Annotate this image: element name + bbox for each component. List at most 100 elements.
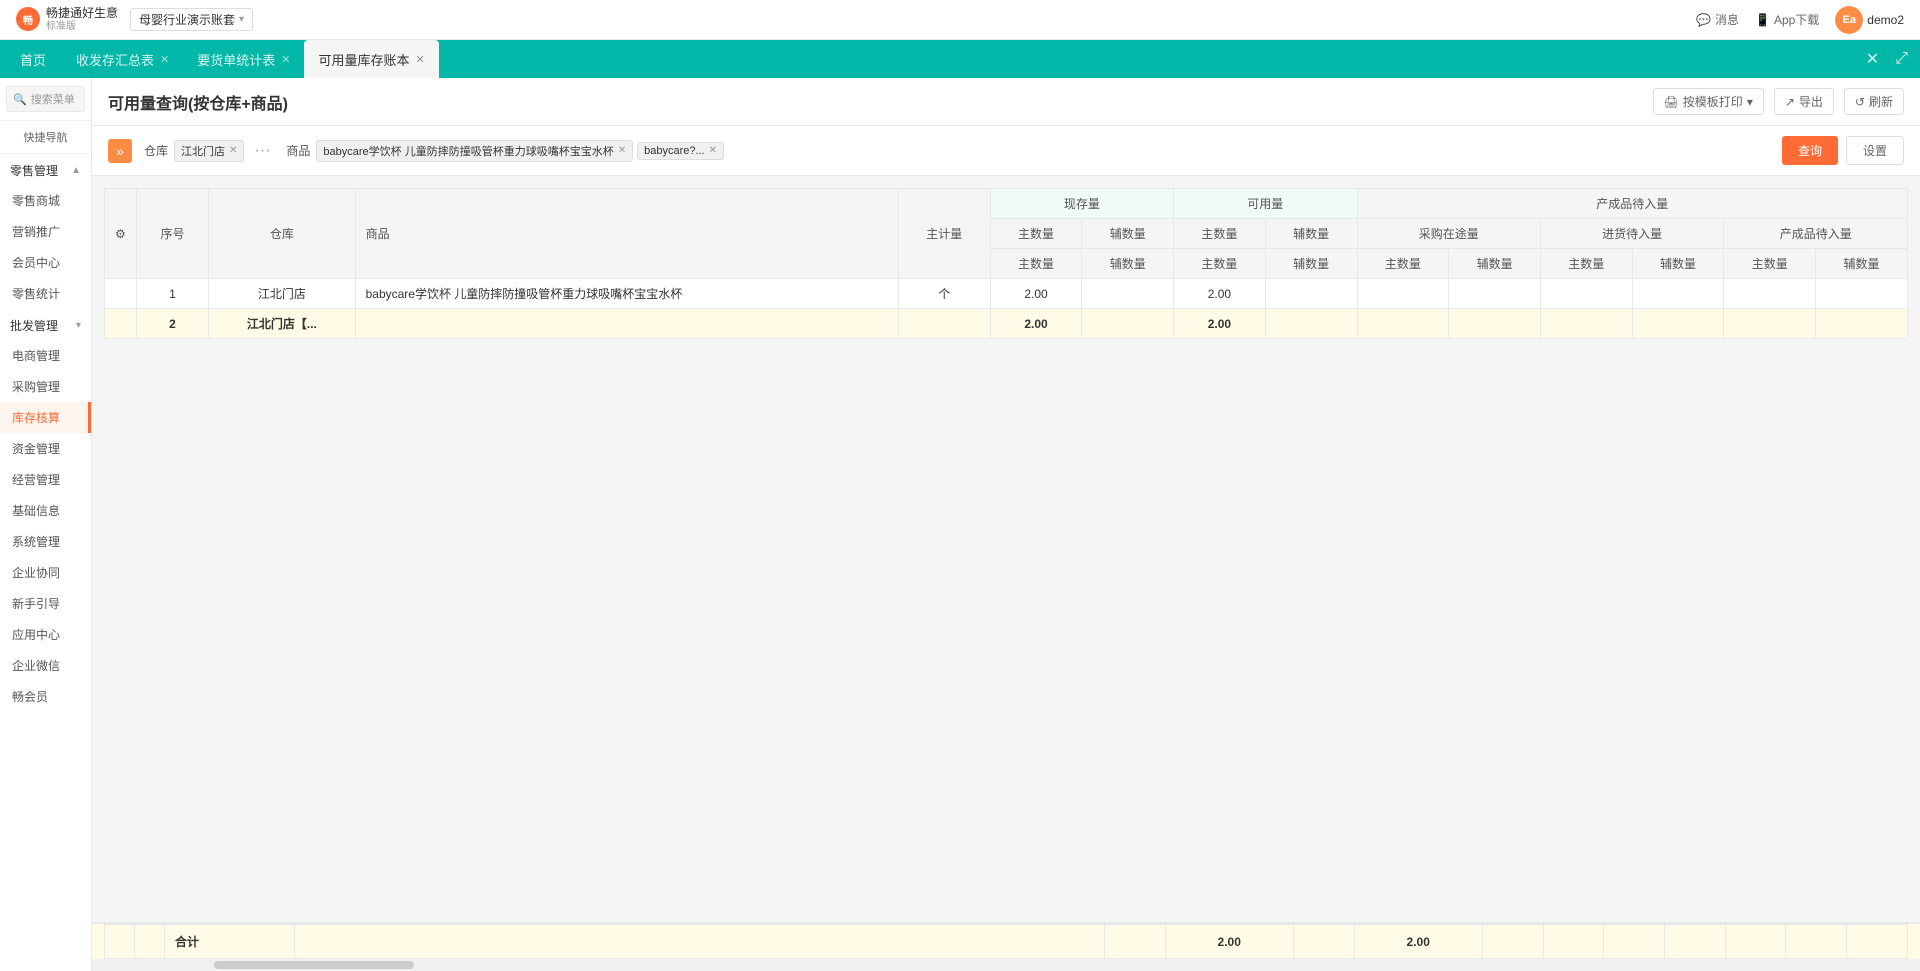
table-row: 2 江北门店【... 2.00 2.00: [105, 309, 1908, 339]
available-group-header: 可用量: [1174, 189, 1357, 219]
close-window-icon[interactable]: ✕: [1862, 49, 1883, 69]
sidebar-item-wechat[interactable]: 企业微信: [0, 650, 91, 681]
incoming-aux-header: 辅数量: [1632, 249, 1724, 279]
sidebar-item-app-center[interactable]: 应用中心: [0, 619, 91, 650]
avail-aux-sub-header: 辅数量: [1265, 249, 1357, 279]
main-layout: 🔍 搜索菜单 快捷导航 零售管理 ▲ 零售商城 营销推广 会员中心 零售统计 批…: [0, 78, 1920, 971]
tab-yaohuo[interactable]: 要货单统计表 ✕: [183, 40, 304, 78]
avail-aux-header: 辅数量: [1265, 219, 1357, 249]
stock-main-sub-header: 主数量: [990, 249, 1082, 279]
filter-toggle-button[interactable]: »: [108, 139, 132, 163]
sidebar-item-operations[interactable]: 经营管理: [0, 464, 91, 495]
warehouse-tags: 江北门店 ✕: [174, 140, 244, 162]
tab-home[interactable]: 首页: [4, 40, 62, 78]
sidebar-item-member2[interactable]: 畅会员: [0, 681, 91, 712]
product-tag-1: babycare学饮杯 儿童防摔防撞吸管杯重力球吸嘴杯宝宝水杯 ✕: [316, 140, 633, 162]
remove-warehouse-icon[interactable]: ✕: [229, 145, 237, 156]
sidebar-item-retail-stats[interactable]: 零售统计: [0, 278, 91, 309]
table-row: 1 江北门店 babycare学饮杯 儿童防摔防撞吸管杯重力球吸嘴杯宝宝水杯 个…: [105, 279, 1908, 309]
chevron-down-icon: ▾: [239, 14, 244, 25]
content-area: 可用量查询(按仓库+商品) 🖨 按模板打印 ▾ ↗ 导出 ↺ 刷新 »: [92, 78, 1920, 971]
sidebar-group-header-retail[interactable]: 零售管理 ▲: [0, 154, 91, 185]
industry-select[interactable]: 母婴行业演示账套 ▾: [130, 8, 253, 31]
tab-keyongliang[interactable]: 可用量库存账本 ✕: [304, 40, 438, 78]
filter-bar: » 仓库 江北门店 ✕ ··· 商品 babycare学饮杯 儿童防摔防撞吸管杯…: [92, 126, 1920, 176]
warehouse-column-header: 仓库: [209, 189, 355, 279]
template-print-button[interactable]: 🖨 按模板打印 ▾: [1653, 88, 1764, 115]
sidebar-item-marketing[interactable]: 营销推广: [0, 216, 91, 247]
incoming-main-header: 主数量: [1540, 249, 1632, 279]
chevron-up-icon: ▲: [71, 165, 81, 176]
export-button[interactable]: ↗ 导出: [1774, 88, 1834, 115]
expand-icon[interactable]: ⤢: [1891, 50, 1912, 68]
product-column-header: 商品: [355, 189, 898, 279]
message-button[interactable]: 💬 消息: [1696, 11, 1739, 28]
logo-icon: 畅: [16, 7, 40, 31]
user-area[interactable]: Ea demo2: [1835, 6, 1904, 34]
sidebar-item-ecommerce[interactable]: 电商管理: [0, 340, 91, 371]
close-icon[interactable]: ✕: [281, 53, 290, 66]
nav-tabs: 首页 收发存汇总表 ✕ 要货单统计表 ✕ 可用量库存账本 ✕ ✕ ⤢: [0, 40, 1920, 78]
top-bar: 畅 畅捷通好生意 标准版 母婴行业演示账套 ▾ 💬 消息 📱 App下载 Ea …: [0, 0, 1920, 40]
purchase-group-header: 采购在途量: [1357, 219, 1540, 249]
sidebar-item-purchase[interactable]: 采购管理: [0, 371, 91, 402]
planned-inbound-group-header: 产成品待入量: [1357, 189, 1907, 219]
sidebar-group-retail: 零售管理 ▲ 零售商城 营销推广 会员中心 零售统计: [0, 154, 91, 309]
sidebar-item-system[interactable]: 系统管理: [0, 526, 91, 557]
nav-end-icons: ✕ ⤢: [1862, 49, 1920, 69]
print-icon: 🖨: [1664, 95, 1679, 109]
close-icon[interactable]: ✕: [416, 53, 425, 66]
num-column-header: 序号: [136, 189, 208, 279]
warehouse-filter-group: 仓库 江北门店 ✕ ···: [144, 140, 274, 162]
stock-group-header: 现存量: [990, 189, 1173, 219]
warehouse-label: 仓库: [144, 142, 168, 159]
filter-actions: 查询 设置: [1782, 136, 1904, 165]
export-icon: ↗: [1785, 95, 1795, 109]
warehouse-tag: 江北门店 ✕: [174, 140, 244, 162]
chevron-down-icon: ▾: [76, 320, 81, 331]
tab-shoufasun[interactable]: 收发存汇总表 ✕: [62, 40, 183, 78]
logo-area: 畅 畅捷通好生意 标准版: [16, 6, 118, 32]
sidebar-item-basic-info[interactable]: 基础信息: [0, 495, 91, 526]
product-tag-2: babycare?... ✕: [637, 142, 724, 160]
horizontal-scrollbar[interactable]: [92, 959, 1920, 971]
setting-button[interactable]: 设置: [1846, 136, 1904, 165]
query-button[interactable]: 查询: [1782, 136, 1838, 165]
table-container: ⚙ 序号 仓库 商品 主计量 现存量 可用量 产成品待入量 主数量 辅数量 主数…: [92, 176, 1920, 922]
purchase-main-header: 主数量: [1357, 249, 1449, 279]
page-title: 可用量查询(按仓库+商品): [108, 90, 288, 124]
product-tags: babycare学饮杯 儿童防摔防撞吸管杯重力球吸嘴杯宝宝水杯 ✕ babyca…: [316, 140, 724, 162]
sidebar-item-guide[interactable]: 新手引导: [0, 588, 91, 619]
logo-text: 畅捷通好生意 标准版: [46, 6, 118, 32]
sidebar: 🔍 搜索菜单 快捷导航 零售管理 ▲ 零售商城 营销推广 会员中心 零售统计 批…: [0, 78, 92, 971]
sidebar-item-quick-nav[interactable]: 快捷导航: [0, 121, 91, 154]
sidebar-item-finance[interactable]: 资金管理: [0, 433, 91, 464]
remove-product2-icon[interactable]: ✕: [709, 145, 717, 156]
chevron-down-icon: ▾: [1747, 95, 1753, 109]
refresh-icon: ↺: [1855, 95, 1865, 109]
avail-main-sub-header: 主数量: [1174, 249, 1266, 279]
stock-aux-header: 辅数量: [1082, 219, 1174, 249]
refresh-button[interactable]: ↺ 刷新: [1844, 88, 1904, 115]
purchase-aux-header: 辅数量: [1449, 249, 1541, 279]
sidebar-group-wholesale: 批发管理 ▾: [0, 309, 91, 340]
sidebar-item-inventory[interactable]: 库存核算: [0, 402, 91, 433]
production-main-header: 主数量: [1724, 249, 1816, 279]
search-button[interactable]: 🔍 搜索菜单: [6, 86, 85, 112]
sidebar-group-header-wholesale[interactable]: 批发管理 ▾: [0, 309, 91, 340]
remove-product1-icon[interactable]: ✕: [618, 145, 626, 156]
sidebar-item-member[interactable]: 会员中心: [0, 247, 91, 278]
warehouse-more-button[interactable]: ···: [250, 142, 274, 160]
close-icon[interactable]: ✕: [160, 53, 169, 66]
scrollbar-thumb[interactable]: [214, 961, 414, 969]
sidebar-item-retail-mall[interactable]: 零售商城: [0, 185, 91, 216]
app-download-button[interactable]: 📱 App下载: [1755, 11, 1819, 28]
product-filter-group: 商品 babycare学饮杯 儿童防摔防撞吸管杯重力球吸嘴杯宝宝水杯 ✕ bab…: [286, 140, 724, 162]
incoming-group-header: 进货待入量: [1540, 219, 1723, 249]
page-header: 可用量查询(按仓库+商品) 🖨 按模板打印 ▾ ↗ 导出 ↺ 刷新: [92, 78, 1920, 126]
top-bar-left: 畅 畅捷通好生意 标准版 母婴行业演示账套 ▾: [16, 6, 253, 32]
production-aux-header: 辅数量: [1816, 249, 1908, 279]
product-label: 商品: [286, 142, 310, 159]
sidebar-item-enterprise[interactable]: 企业协同: [0, 557, 91, 588]
avail-main-header: 主数量: [1174, 219, 1266, 249]
